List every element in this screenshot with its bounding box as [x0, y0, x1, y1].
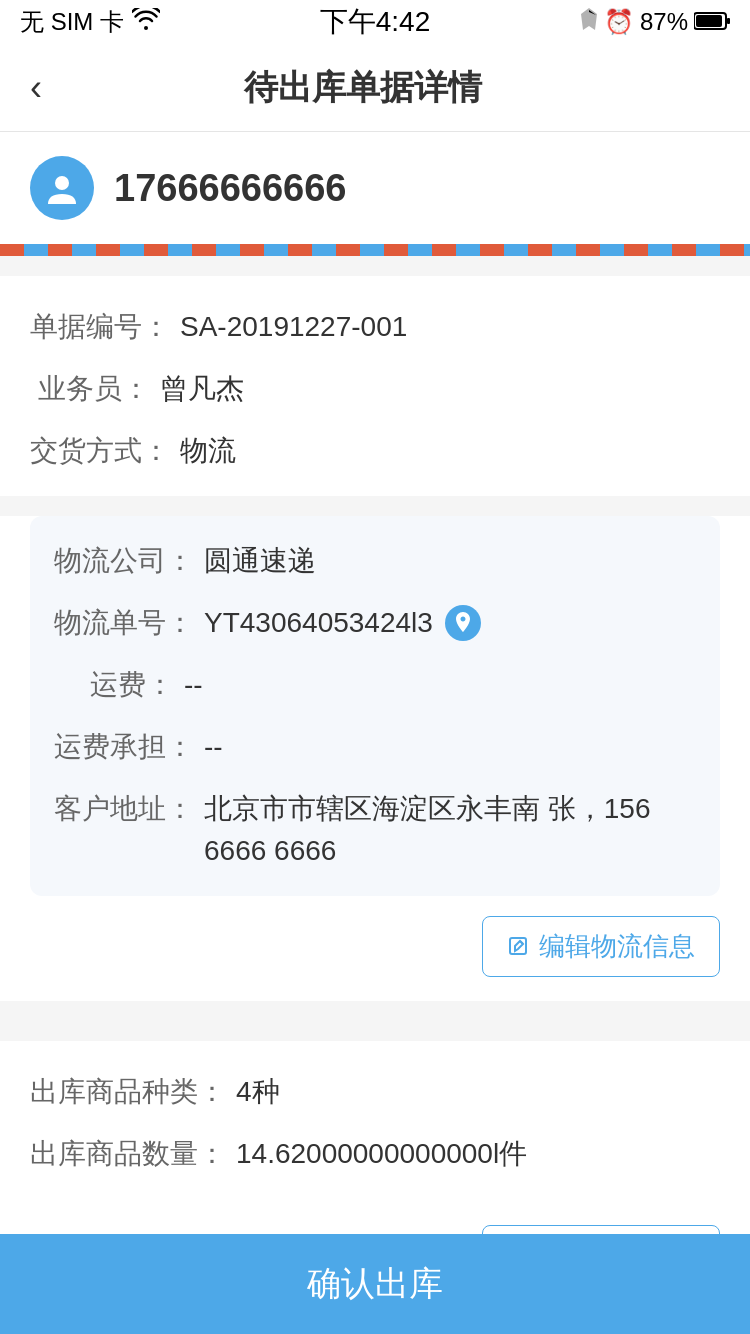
nav-bar: ‹ 待出库单据详情	[0, 44, 750, 132]
edit-logistics-button[interactable]: 编辑物流信息	[482, 916, 720, 977]
product-type-value: 4种	[236, 1071, 720, 1113]
salesman-row: 业务员： 曾凡杰	[30, 368, 720, 410]
customer-header: 17666666666	[0, 132, 750, 244]
product-type-label: 出库商品种类：	[30, 1071, 226, 1113]
edit-btn-row: 编辑物流信息	[0, 916, 750, 1001]
svg-point-3	[55, 176, 69, 190]
logistics-company-label: 物流公司：	[54, 540, 194, 582]
alarm-icon: ⏰	[604, 8, 634, 36]
logistics-tracking-row: 物流单号： YT43064053424l3	[54, 602, 696, 644]
battery-percent: 87%	[640, 8, 688, 36]
page-title: 待出库单据详情	[62, 65, 664, 111]
logistics-tracking-value: YT43064053424l3	[204, 602, 696, 644]
product-quantity-row: 出库商品数量： 14.62000000000000l件	[30, 1133, 720, 1175]
status-right: ⏰ 87%	[580, 8, 730, 36]
product-quantity-label: 出库商品数量：	[30, 1133, 226, 1175]
status-time: 下午4:42	[320, 3, 431, 41]
svg-rect-2	[727, 18, 730, 24]
wifi-icon	[132, 8, 160, 36]
customer-phone: 17666666666	[114, 167, 346, 210]
delivery-row: 交货方式： 物流	[30, 430, 720, 472]
address-row: 客户地址： 北京市市辖区海淀区永丰南 张，156 6666 6666	[54, 788, 696, 872]
freight-row: 运费： --	[54, 664, 696, 706]
track-location-button[interactable]	[445, 605, 481, 641]
logistics-card: 物流公司： 圆通速递 物流单号： YT43064053424l3 运费： -- …	[30, 516, 720, 896]
freight-bearer-row: 运费承担： --	[54, 726, 696, 768]
confirm-btn-bar[interactable]: 确认出库	[0, 1234, 750, 1334]
product-quantity-value: 14.62000000000000l件	[236, 1133, 720, 1175]
order-info-section: 单据编号： SA-20191227-001 业务员： 曾凡杰 交货方式： 物流	[0, 276, 750, 496]
avatar	[30, 156, 94, 220]
product-section: 出库商品种类： 4种 出库商品数量： 14.62000000000000l件	[0, 1041, 750, 1205]
address-value: 北京市市辖区海淀区永丰南 张，156 6666 6666	[204, 788, 696, 872]
status-bar: 无 SIM 卡 下午4:42 ⏰ 87%	[0, 0, 750, 44]
logistics-tracking-label: 物流单号：	[54, 602, 194, 644]
carrier-text: 无 SIM 卡	[20, 6, 124, 38]
product-type-row: 出库商品种类： 4种	[30, 1071, 720, 1113]
status-left: 无 SIM 卡	[20, 6, 160, 38]
battery-icon	[694, 8, 730, 36]
delivery-label: 交货方式：	[30, 430, 170, 472]
salesman-label: 业务员：	[30, 368, 150, 410]
zigzag-divider	[0, 244, 750, 256]
delivery-value: 物流	[180, 430, 720, 472]
address-label: 客户地址：	[54, 788, 194, 830]
back-button[interactable]: ‹	[30, 67, 42, 109]
location-icon	[580, 8, 598, 36]
order-no-row: 单据编号： SA-20191227-001	[30, 306, 720, 348]
section-divider	[0, 1001, 750, 1021]
logistics-company-value: 圆通速递	[204, 540, 696, 582]
order-no-label: 单据编号：	[30, 306, 170, 348]
edit-logistics-label: 编辑物流信息	[539, 929, 695, 964]
order-no-value: SA-20191227-001	[180, 306, 720, 348]
freight-label: 运费：	[54, 664, 174, 706]
logistics-company-row: 物流公司： 圆通速递	[54, 540, 696, 582]
freight-value: --	[184, 664, 696, 706]
salesman-value: 曾凡杰	[160, 368, 720, 410]
freight-bearer-value: --	[204, 726, 696, 768]
freight-bearer-label: 运费承担：	[54, 726, 194, 768]
svg-rect-4	[510, 938, 526, 954]
svg-rect-1	[696, 15, 722, 27]
confirm-btn-label: 确认出库	[307, 1261, 443, 1307]
